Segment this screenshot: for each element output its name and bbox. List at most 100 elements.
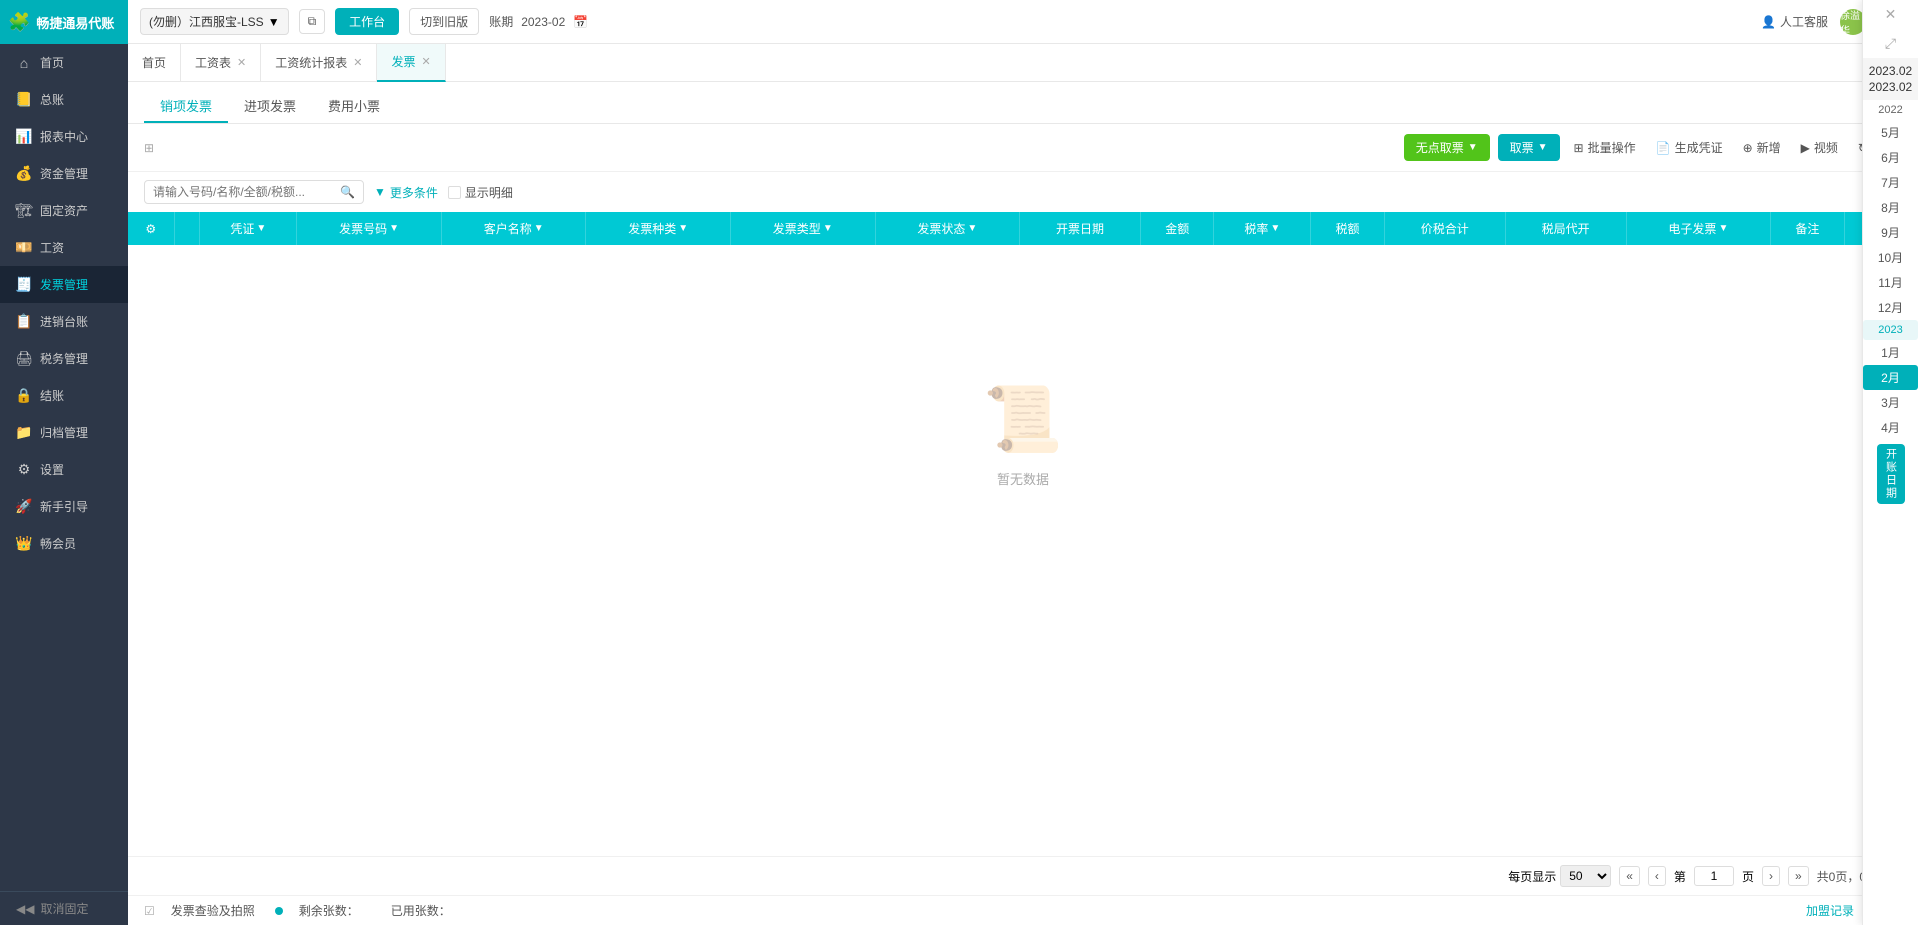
col-header-4[interactable]: 客户名称 ▼	[441, 212, 586, 245]
copy-button[interactable]: ⧉	[299, 9, 326, 34]
generate-voucher-btn[interactable]: 📄 生成凭证	[1650, 135, 1729, 160]
month-8月[interactable]: 8月	[1863, 195, 1918, 220]
search-input[interactable]	[153, 185, 334, 199]
service-button[interactable]: 👤 人工客服	[1761, 13, 1828, 30]
ticket-btn[interactable]: 取票 ▼	[1498, 134, 1560, 161]
month-10月[interactable]: 10月	[1863, 245, 1918, 270]
sidebar-bottom-action[interactable]: ◀◀ 取消固定	[0, 891, 128, 925]
sidebar-item-assets[interactable]: 🏗 固定资产	[0, 192, 128, 229]
sidebar-item-settings[interactable]: ⚙ 设置	[0, 451, 128, 488]
tab-3[interactable]: 发票✕	[377, 44, 445, 82]
col-header-9: 金额	[1141, 212, 1214, 245]
sidebar-label-member: 畅会员	[40, 535, 76, 552]
switch-version-button[interactable]: 切到旧版	[409, 8, 479, 35]
batch-op-btn[interactable]: ⊞ 批量操作	[1568, 135, 1642, 160]
col-header-1	[174, 212, 200, 245]
sidebar-icon-member: 👑	[16, 536, 32, 552]
filter-icon-3[interactable]: ▼	[389, 223, 399, 234]
search-container: 🔍	[144, 180, 364, 204]
more-conditions-btn[interactable]: ▼ 更多条件	[374, 184, 438, 201]
col-header-6[interactable]: 发票类型 ▼	[730, 212, 875, 245]
month-2023-4月[interactable]: 4月	[1863, 415, 1918, 440]
last-page-btn[interactable]: »	[1788, 866, 1809, 886]
sidebar-logo[interactable]: 🧩 畅捷通易代账	[0, 0, 128, 44]
sidebar-label-invoice: 发票管理	[40, 276, 88, 293]
pagination: 每页显示 50 10 20 100 « ‹ 第 页 › » 共0页，0条记录	[128, 856, 1918, 895]
next-page-btn[interactable]: ›	[1762, 866, 1780, 886]
sidebar-item-closing[interactable]: 🔒 结账	[0, 377, 128, 414]
month-11月[interactable]: 11月	[1863, 270, 1918, 295]
sidebar-item-guide[interactable]: 🚀 新手引导	[0, 488, 128, 525]
sidebar-icon-guide: 🚀	[16, 499, 32, 515]
tab-close-1[interactable]: ✕	[237, 56, 246, 69]
subtab-2[interactable]: 费用小票	[312, 90, 396, 123]
sidebar-item-funds[interactable]: 💰 资金管理	[0, 155, 128, 192]
date-panel-expand[interactable]: ⤢	[1879, 29, 1902, 58]
date-panel-header[interactable]: 2023.02 2023.02	[1863, 58, 1918, 100]
sidebar-label-guide: 新手引导	[40, 498, 88, 515]
sidebar-item-ledger[interactable]: 📒 总账	[0, 81, 128, 118]
page-size-select[interactable]: 50 10 20 100	[1560, 865, 1611, 887]
col-header-7[interactable]: 发票状态 ▼	[875, 212, 1020, 245]
filter-icon-2[interactable]: ▼	[256, 223, 266, 234]
month-12月[interactable]: 12月	[1863, 295, 1918, 320]
col-header-5[interactable]: 发票种类 ▼	[586, 212, 731, 245]
prev-page-btn[interactable]: ‹	[1648, 866, 1666, 886]
page-number-input[interactable]	[1694, 866, 1734, 886]
col-header-10[interactable]: 税率 ▼	[1214, 212, 1311, 245]
no-ticket-btn[interactable]: 无点取票 ▼	[1404, 134, 1490, 161]
page-size-selector: 每页显示 50 10 20 100	[1508, 865, 1611, 887]
filter-icon-5[interactable]: ▼	[678, 223, 688, 234]
sidebar-item-invoice[interactable]: 🧾 发票管理	[0, 266, 128, 303]
join-link[interactable]: 加盟记录	[1806, 902, 1854, 919]
sidebar-icon-tax: 🖨	[16, 351, 32, 367]
col-header-14[interactable]: 电子发票 ▼	[1626, 212, 1771, 245]
sidebar-icon-reports: 📊	[16, 129, 32, 145]
filter-icon-10[interactable]: ▼	[1270, 223, 1280, 234]
col-header-3[interactable]: 发票号码 ▼	[297, 212, 442, 245]
open-period-btn[interactable]: 开账日期	[1877, 444, 1905, 504]
month-7月[interactable]: 7月	[1863, 170, 1918, 195]
workspace-button[interactable]: 工作台	[335, 8, 399, 35]
filter-icon-6[interactable]: ▼	[823, 223, 833, 234]
sidebar-item-payroll[interactable]: 💴 工资	[0, 229, 128, 266]
tab-2[interactable]: 工资统计报表✕	[261, 44, 377, 82]
sidebar-item-home[interactable]: ⌂ 首页	[0, 44, 128, 81]
sidebar-item-reports[interactable]: 📊 报表中心	[0, 118, 128, 155]
company-selector[interactable]: (勿删）江西服宝-LSS ▼	[140, 8, 289, 35]
show-detail-checkbox[interactable]	[448, 186, 461, 199]
search-icon: 🔍	[340, 185, 355, 199]
filter-icon-4[interactable]: ▼	[534, 223, 544, 234]
tab-1[interactable]: 工资表✕	[181, 44, 261, 82]
month-5月[interactable]: 5月	[1863, 120, 1918, 145]
subtab-1[interactable]: 进项发票	[228, 90, 312, 123]
tab-close-2[interactable]: ✕	[353, 56, 362, 69]
filter-icon-7[interactable]: ▼	[967, 223, 977, 234]
verify-checkbox[interactable]: ☑	[144, 904, 155, 918]
month-9月[interactable]: 9月	[1863, 220, 1918, 245]
sidebar-label-ledger: 总账	[40, 91, 64, 108]
date-panel: ✕ ⤢ 2023.02 2023.02 20225月6月7月8月9月10月11月…	[1862, 0, 1918, 925]
video-btn[interactable]: ▶ 视频	[1795, 135, 1844, 160]
first-page-btn[interactable]: «	[1619, 866, 1640, 886]
sidebar-icon-ledger: 📒	[16, 92, 32, 108]
sidebar-icon-settings: ⚙	[16, 462, 32, 478]
sidebar-item-sales[interactable]: 📋 进销台账	[0, 303, 128, 340]
filter-icon-14[interactable]: ▼	[1718, 223, 1728, 234]
sidebar-item-tax[interactable]: 🖨 税务管理	[0, 340, 128, 377]
sidebar-item-archive[interactable]: 📁 归档管理	[0, 414, 128, 451]
month-2023-2月[interactable]: 2月	[1863, 365, 1918, 390]
month-2023-1月[interactable]: 1月	[1863, 340, 1918, 365]
tab-close-3[interactable]: ✕	[422, 55, 431, 68]
date-panel-close[interactable]: ✕	[1879, 0, 1903, 29]
subtab-0[interactable]: 销项发票	[144, 90, 228, 123]
invoice-table: ⚙凭证 ▼发票号码 ▼客户名称 ▼发票种类 ▼发票类型 ▼发票状态 ▼开票日期金…	[128, 212, 1918, 245]
month-2023-3月[interactable]: 3月	[1863, 390, 1918, 415]
sidebar-item-member[interactable]: 👑 畅会员	[0, 525, 128, 562]
sidebar-icon-funds: 💰	[16, 166, 32, 182]
col-header-2[interactable]: 凭证 ▼	[200, 212, 297, 245]
new-btn[interactable]: ⊕ 新增	[1737, 135, 1787, 160]
show-detail-toggle[interactable]: 显示明细	[448, 184, 513, 201]
tab-0[interactable]: 首页	[128, 44, 181, 82]
month-6月[interactable]: 6月	[1863, 145, 1918, 170]
